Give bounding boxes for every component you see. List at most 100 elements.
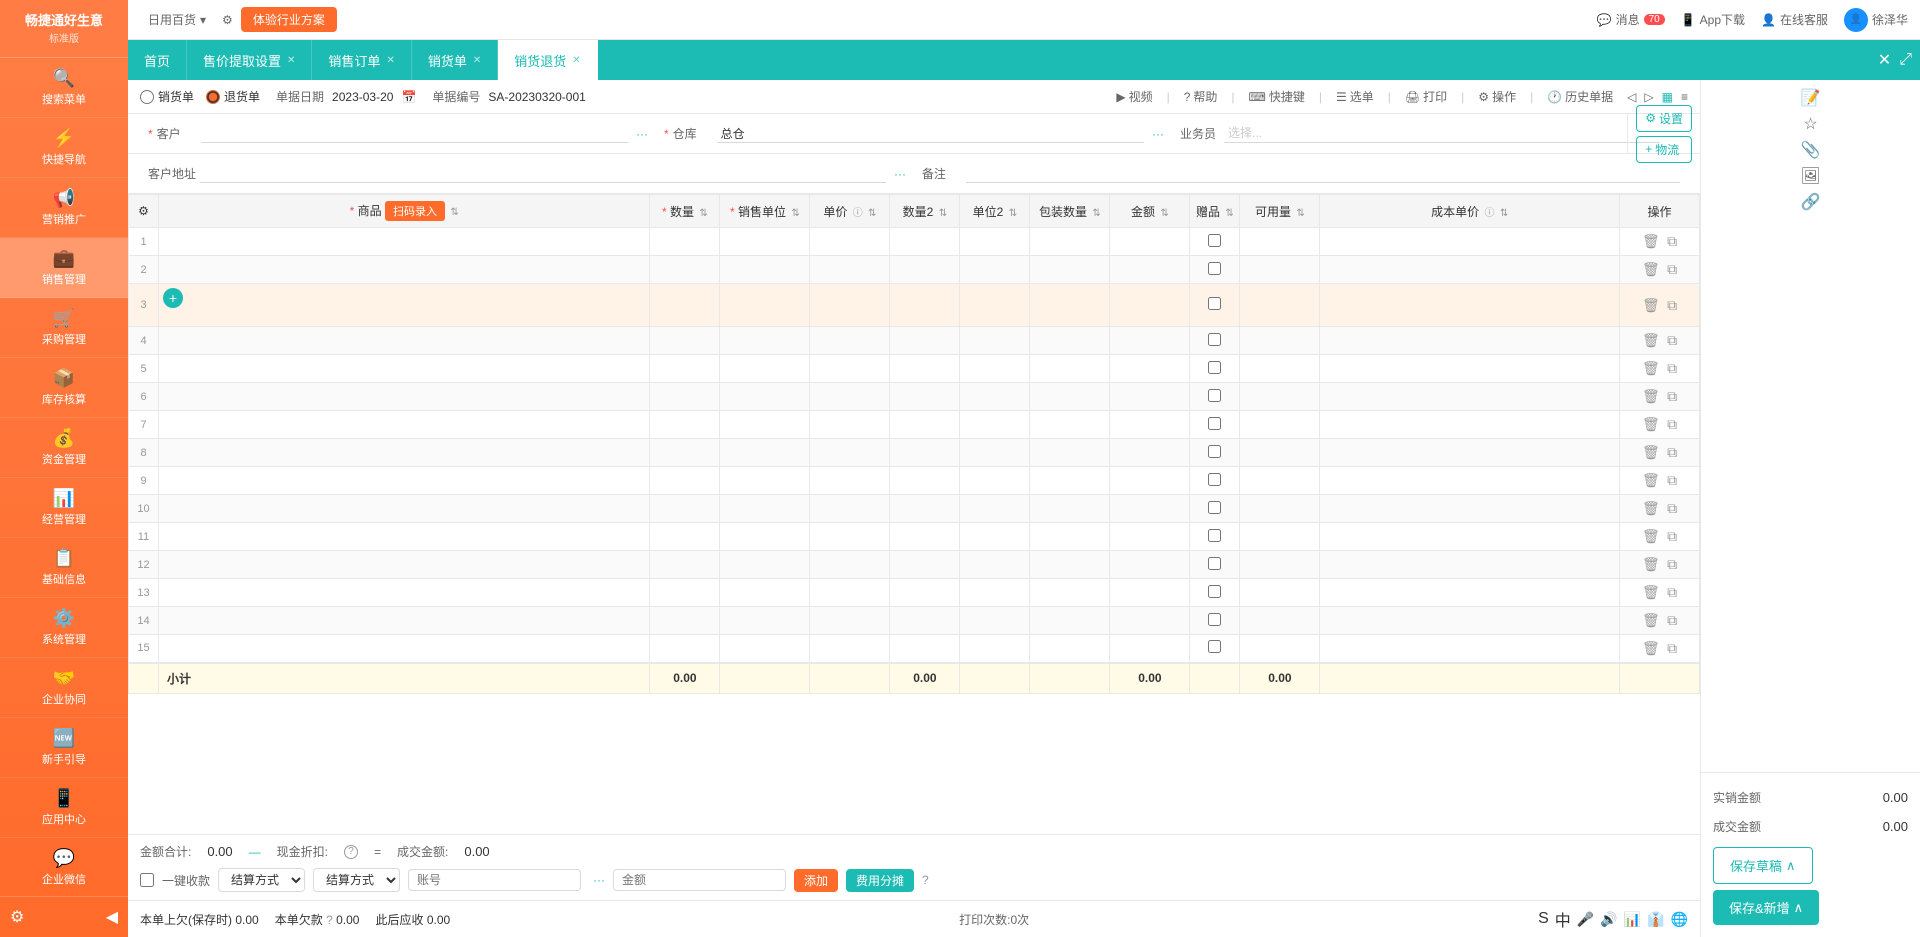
- row-qty[interactable]: [650, 551, 720, 579]
- sidebar-item-search-menu[interactable]: 🔍 搜索菜单: [0, 58, 128, 118]
- fee-help-icon[interactable]: ?: [922, 873, 929, 887]
- copy-row-icon[interactable]: ⧉: [1667, 472, 1677, 488]
- row-available[interactable]: [1240, 607, 1320, 635]
- row-product[interactable]: [159, 228, 650, 256]
- row-gift[interactable]: [1190, 327, 1240, 355]
- account-input[interactable]: [408, 869, 581, 891]
- row-qty[interactable]: [650, 495, 720, 523]
- unit-price-sort-icon[interactable]: ⇅: [868, 208, 876, 219]
- delete-row-icon[interactable]: 🗑: [1642, 444, 1660, 460]
- row-available[interactable]: [1240, 467, 1320, 495]
- sidebar-item-wechat[interactable]: 💬 企业微信: [0, 838, 128, 896]
- collapse-icon[interactable]: ◀: [106, 907, 118, 927]
- row-cost-price[interactable]: [1320, 228, 1620, 256]
- copy-row-icon[interactable]: ⧉: [1667, 444, 1677, 460]
- row-amount[interactable]: [1110, 467, 1190, 495]
- row-product[interactable]: [159, 439, 650, 467]
- gift-checkbox[interactable]: [1208, 585, 1221, 598]
- row-pack-qty[interactable]: [1030, 256, 1110, 284]
- row-gift[interactable]: [1190, 523, 1240, 551]
- delete-row-icon[interactable]: 🗑: [1642, 360, 1660, 376]
- th-gear[interactable]: ⚙: [129, 195, 159, 228]
- app-download-btn[interactable]: 📱 App下载: [1681, 11, 1745, 28]
- sidebar-item-enterprise[interactable]: 🤝 企业协同: [0, 658, 128, 718]
- row-pack-qty[interactable]: [1030, 579, 1110, 607]
- cost-price-info-icon[interactable]: ⓘ: [1485, 208, 1495, 219]
- row-pack-qty[interactable]: [1030, 327, 1110, 355]
- delete-row-icon[interactable]: 🗑: [1642, 388, 1660, 404]
- note-icon[interactable]: 📝: [1801, 88, 1821, 108]
- row-cost-price[interactable]: [1320, 284, 1620, 327]
- message-btn[interactable]: 💬 消息 70: [1597, 11, 1665, 28]
- sidebar-item-appcenter[interactable]: 📱 应用中心: [0, 778, 128, 838]
- row-amount[interactable]: [1110, 439, 1190, 467]
- amount-sort-icon[interactable]: ⇅: [1160, 208, 1168, 219]
- row-unit-price[interactable]: [810, 355, 890, 383]
- row-pack-qty[interactable]: [1030, 228, 1110, 256]
- row-sale-unit[interactable]: [720, 383, 810, 411]
- gift-checkbox[interactable]: [1208, 389, 1221, 402]
- row-unit2[interactable]: [960, 607, 1030, 635]
- gift-checkbox[interactable]: [1208, 557, 1221, 570]
- row-available[interactable]: [1240, 327, 1320, 355]
- row-qty2[interactable]: [890, 284, 960, 327]
- row-gift[interactable]: [1190, 579, 1240, 607]
- row-sale-unit[interactable]: [720, 607, 810, 635]
- tab-close-sale-return[interactable]: ✕: [572, 55, 580, 66]
- qty-input[interactable]: [654, 474, 715, 488]
- copy-row-icon[interactable]: ⧉: [1667, 528, 1677, 544]
- gift-checkbox[interactable]: [1208, 361, 1221, 374]
- address-input[interactable]: [200, 164, 886, 183]
- tab-sale-return[interactable]: 销货退货 ✕: [498, 40, 597, 80]
- fee-split-button[interactable]: 费用分摊: [846, 869, 914, 892]
- row-pack-qty[interactable]: [1030, 284, 1110, 327]
- warehouse-input[interactable]: [717, 124, 1144, 143]
- row-sale-unit[interactable]: [720, 355, 810, 383]
- row-product[interactable]: [159, 579, 650, 607]
- copy-row-icon[interactable]: ⧉: [1667, 297, 1677, 313]
- row-gift[interactable]: [1190, 284, 1240, 327]
- copy-row-icon[interactable]: ⧉: [1667, 261, 1677, 277]
- row-sale-unit[interactable]: [720, 635, 810, 663]
- tab-sale-order[interactable]: 销售订单 ✕: [312, 40, 411, 80]
- row-available[interactable]: [1240, 411, 1320, 439]
- row-qty[interactable]: [650, 411, 720, 439]
- copy-row-icon[interactable]: ⧉: [1667, 416, 1677, 432]
- row-gift[interactable]: [1190, 256, 1240, 284]
- row-unit-price[interactable]: [810, 327, 890, 355]
- row-available[interactable]: [1240, 635, 1320, 663]
- row-qty2[interactable]: [890, 439, 960, 467]
- delete-row-icon[interactable]: 🗑: [1642, 500, 1660, 516]
- row-product[interactable]: [159, 523, 650, 551]
- row-sale-unit[interactable]: [720, 411, 810, 439]
- row-sale-unit[interactable]: [720, 551, 810, 579]
- row-unit2[interactable]: [960, 383, 1030, 411]
- radio-return[interactable]: 退货单: [206, 88, 260, 105]
- warehouse-picker-icon[interactable]: ···: [1152, 127, 1164, 141]
- scan-button[interactable]: 扫码录入: [385, 201, 445, 221]
- gift-checkbox[interactable]: [1208, 234, 1221, 247]
- row-available[interactable]: [1240, 551, 1320, 579]
- row-amount[interactable]: [1110, 228, 1190, 256]
- row-qty2[interactable]: [890, 256, 960, 284]
- row-sale-unit[interactable]: [720, 228, 810, 256]
- qty-input[interactable]: [654, 390, 715, 404]
- row-amount[interactable]: [1110, 411, 1190, 439]
- tab-close-sale-delivery[interactable]: ✕: [473, 55, 481, 66]
- row-amount[interactable]: [1110, 607, 1190, 635]
- row-amount[interactable]: [1110, 383, 1190, 411]
- save-new-button[interactable]: 保存&新增 ∧: [1713, 890, 1819, 925]
- row-sale-unit[interactable]: [720, 256, 810, 284]
- row-unit-price[interactable]: [810, 635, 890, 663]
- row-unit-price[interactable]: [810, 607, 890, 635]
- add-payment-button[interactable]: 添加: [794, 869, 838, 892]
- copy-row-icon[interactable]: ⧉: [1667, 360, 1677, 376]
- delete-row-icon[interactable]: 🗑: [1642, 584, 1660, 600]
- row-qty2[interactable]: [890, 635, 960, 663]
- row-cost-price[interactable]: [1320, 467, 1620, 495]
- row-sale-unit[interactable]: [720, 523, 810, 551]
- row-sale-unit[interactable]: [720, 495, 810, 523]
- sidebar-item-inventory[interactable]: 📦 库存核算: [0, 358, 128, 418]
- delete-row-icon[interactable]: 🗑: [1642, 233, 1660, 249]
- copy-row-icon[interactable]: ⧉: [1667, 233, 1677, 249]
